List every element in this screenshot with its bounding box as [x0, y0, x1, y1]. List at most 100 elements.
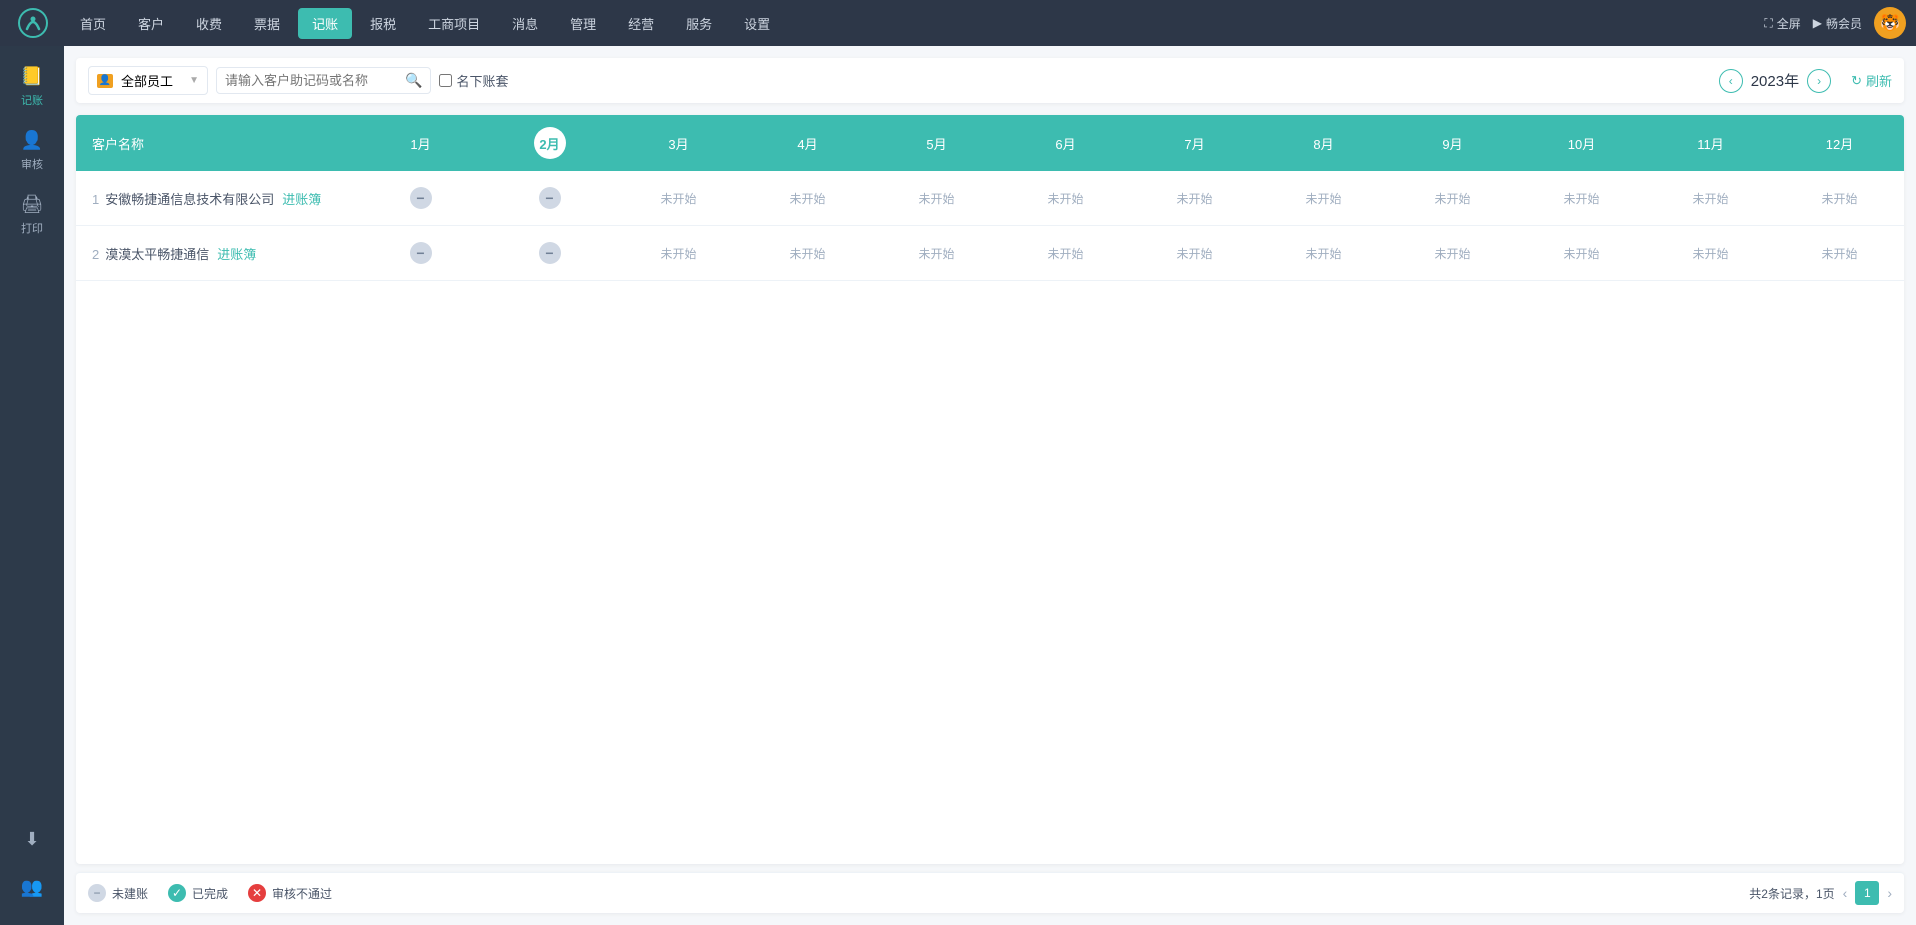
sidebar-icon: 🖨 [20, 192, 44, 216]
sidebar-item-记账[interactable]: 📒记账 [0, 54, 64, 118]
employee-select[interactable]: 👤 全部员工 ▼ [88, 66, 208, 95]
status-not-started: 未开始 [1563, 247, 1599, 261]
page-1-button[interactable]: 1 [1855, 881, 1879, 905]
client-cell: 1安徽畅捷通信息技术有限公司进账簿 [76, 171, 356, 226]
month-cell-1: − [356, 171, 485, 226]
sidebar-icon: ⬇ [20, 827, 44, 851]
month-cell-10: 未开始 [1517, 226, 1646, 281]
status-not-started: 未开始 [1692, 247, 1728, 261]
status-not-started: 未开始 [660, 247, 696, 261]
month-cell-4: 未开始 [743, 171, 872, 226]
nav-item-消息[interactable]: 消息 [498, 8, 552, 39]
month-cell-9: 未开始 [1388, 171, 1517, 226]
next-year-button[interactable]: › [1807, 69, 1831, 93]
year-label: 2023年 [1751, 70, 1799, 91]
nav-item-收费[interactable]: 收费 [182, 8, 236, 39]
sidebar-bottom-item[interactable]: ⬇ [0, 817, 64, 861]
month-cell-12: 未开始 [1775, 171, 1904, 226]
sidebar-item-打印[interactable]: 🖨 打印 [0, 182, 64, 246]
status-not-started: 未开始 [1821, 192, 1857, 206]
vip-button[interactable]: ▶ 畅会员 [1813, 15, 1862, 32]
legend-dot: ✕ [248, 884, 266, 902]
table-row: 1安徽畅捷通信息技术有限公司进账簿−−未开始未开始未开始未开始未开始未开始未开始… [76, 171, 1904, 226]
nav-item-工商项目[interactable]: 工商项目 [414, 8, 494, 39]
content-area: 👤 全部员工 ▼ 🔍 名下账套 ‹ 2023年 › ↻ 刷新 [64, 46, 1916, 925]
row-index: 2 [92, 247, 99, 262]
search-input[interactable] [225, 73, 405, 88]
status-not-started: 未开始 [1176, 192, 1212, 206]
nav-items: 首页客户收费票据记账报税工商项目消息管理经营服务设置 [66, 8, 1764, 39]
avatar[interactable]: 🐯 [1874, 7, 1906, 39]
row-index: 1 [92, 192, 99, 207]
month-cell-12: 未开始 [1775, 226, 1904, 281]
status-not-started: 未开始 [1563, 192, 1599, 206]
search-icon[interactable]: 🔍 [405, 72, 422, 89]
table-row: 2漠漠太平畅捷通信进账簿−−未开始未开始未开始未开始未开始未开始未开始未开始未开… [76, 226, 1904, 281]
month-cell-5: 未开始 [872, 171, 1001, 226]
top-nav-right: ⛶ 全屏 ▶ 畅会员 🐯 [1764, 7, 1906, 39]
main-layout: 📒记账👤审核🖨打印⬇👥 👤 全部员工 ▼ 🔍 名下账套 ‹ 2023年 › [0, 46, 1916, 925]
status-not-built: − [410, 242, 432, 264]
col-client-name: 客户名称 [76, 115, 356, 171]
fullscreen-icon: ⛶ [1764, 16, 1772, 31]
col-month-8: 8月 [1259, 115, 1388, 171]
col-month-4: 4月 [743, 115, 872, 171]
nav-item-客户[interactable]: 客户 [124, 8, 178, 39]
prev-year-button[interactable]: ‹ [1719, 69, 1743, 93]
status-not-started: 未开始 [789, 192, 825, 206]
month-cell-11: 未开始 [1646, 171, 1775, 226]
nav-item-记账[interactable]: 记账 [298, 8, 352, 39]
prev-page-button[interactable]: ‹ [1843, 885, 1848, 901]
enter-ledger-link[interactable]: 进账簿 [282, 192, 321, 207]
nav-item-服务[interactable]: 服务 [672, 8, 726, 39]
col-month-2: 2月 [485, 115, 614, 171]
col-month-1: 1月 [356, 115, 485, 171]
status-not-started: 未开始 [1434, 247, 1470, 261]
sidebar-label: 记账 [21, 92, 43, 108]
status-not-started: 未开始 [1047, 192, 1083, 206]
sidebar-bottom-item[interactable]: 👥 [0, 865, 64, 909]
col-month-10: 10月 [1517, 115, 1646, 171]
month-cell-8: 未开始 [1259, 171, 1388, 226]
legend-label: 未建账 [112, 885, 148, 902]
fullscreen-button[interactable]: ⛶ 全屏 [1764, 15, 1800, 32]
refresh-label: 刷新 [1866, 71, 1892, 90]
sidebar-icon: 👥 [20, 875, 44, 899]
col-month-11: 11月 [1646, 115, 1775, 171]
nav-item-管理[interactable]: 管理 [556, 8, 610, 39]
nav-item-票据[interactable]: 票据 [240, 8, 294, 39]
month-cell-6: 未开始 [1001, 171, 1130, 226]
legend-label: 已完成 [192, 885, 228, 902]
col-month-3: 3月 [614, 115, 743, 171]
sidebar-label: 打印 [21, 220, 43, 236]
my-accounts-checkbox[interactable] [439, 74, 452, 87]
chevron-down-icon: ▼ [189, 75, 199, 86]
next-page-button[interactable]: › [1887, 885, 1892, 901]
legend-item-未建账: −未建账 [88, 884, 148, 902]
nav-item-经营[interactable]: 经营 [614, 8, 668, 39]
legend-label: 审核不通过 [272, 885, 332, 902]
legend-dot: − [88, 884, 106, 902]
legend-item-审核不通过: ✕ 审核不通过 [248, 884, 332, 902]
filter-bar: 👤 全部员工 ▼ 🔍 名下账套 ‹ 2023年 › ↻ 刷新 [76, 58, 1904, 103]
month-cell-1: − [356, 226, 485, 281]
nav-item-报税[interactable]: 报税 [356, 8, 410, 39]
sidebar-icon: 👤 [20, 128, 44, 152]
month-cell-10: 未开始 [1517, 171, 1646, 226]
status-not-started: 未开始 [918, 247, 954, 261]
enter-ledger-link[interactable]: 进账簿 [217, 247, 256, 262]
client-name: 漠漠太平畅捷通信 [105, 247, 209, 262]
nav-item-设置[interactable]: 设置 [730, 8, 784, 39]
nav-item-首页[interactable]: 首页 [66, 8, 120, 39]
total-records-label: 共2条记录，1页 [1749, 885, 1834, 902]
month-cell-8: 未开始 [1259, 226, 1388, 281]
employee-icon: 👤 [97, 74, 113, 88]
status-not-started: 未开始 [1821, 247, 1857, 261]
legend-dot: ✓ [168, 884, 186, 902]
refresh-button[interactable]: ↻ 刷新 [1851, 71, 1892, 90]
status-not-started: 未开始 [1305, 247, 1341, 261]
sidebar-item-审核[interactable]: 👤审核 [0, 118, 64, 182]
sidebar-bottom: ⬇👥 [0, 817, 64, 925]
status-not-started: 未开始 [1305, 192, 1341, 206]
status-not-built: − [539, 242, 561, 264]
